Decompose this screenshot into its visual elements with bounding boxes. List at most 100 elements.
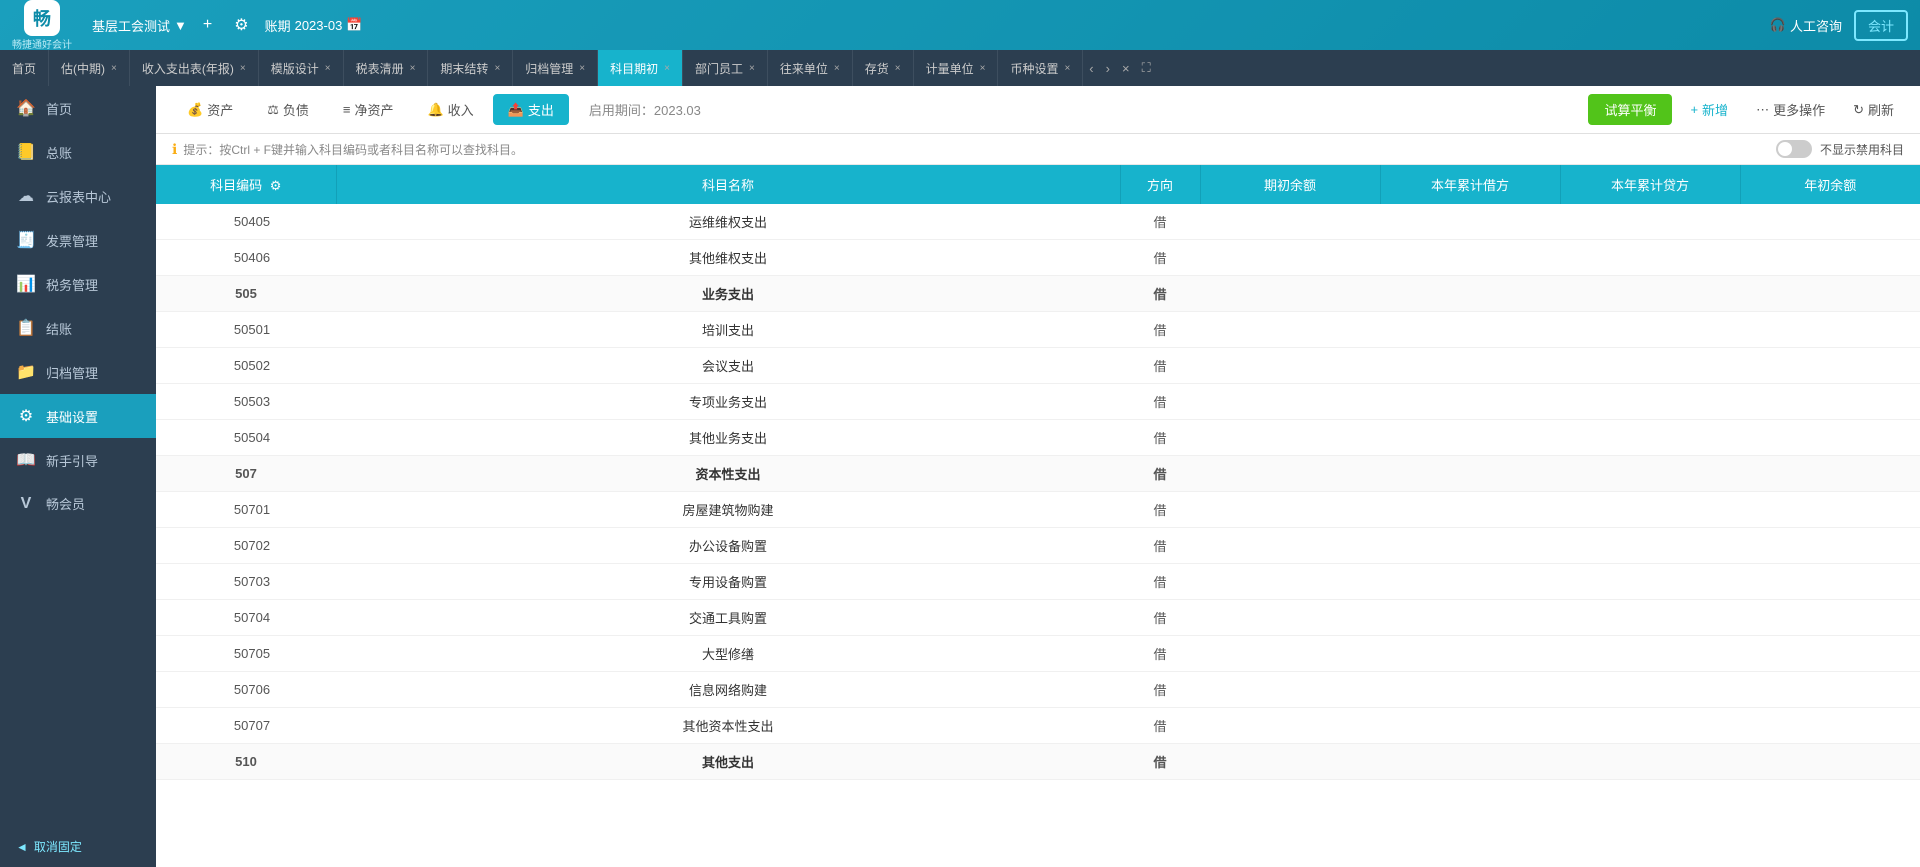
cell-yearly-balance[interactable] [1740, 240, 1920, 276]
company-selector[interactable]: 基层工会测试 ▼ [92, 16, 187, 35]
tab-archive-close[interactable]: × [579, 63, 585, 74]
sidebar-item-settings[interactable]: ⚙ 基础设置 [0, 394, 156, 438]
cell-yearly-credit[interactable] [1560, 672, 1740, 708]
sub-tab-assets[interactable]: 💰 资产 [172, 94, 248, 125]
cell-yearly-balance[interactable] [1740, 528, 1920, 564]
sidebar-item-home[interactable]: 🏠 首页 [0, 86, 156, 130]
cell-period-balance[interactable] [1200, 276, 1380, 312]
calendar-icon[interactable]: 📅 [346, 17, 362, 33]
cell-yearly-credit[interactable] [1560, 456, 1740, 492]
sidebar-item-report[interactable]: ☁ 云报表中心 [0, 174, 156, 218]
table-row[interactable]: 50504其他业务支出借 [156, 420, 1920, 456]
tab-close-all-button[interactable]: × [1116, 50, 1136, 86]
cell-period-balance[interactable] [1200, 492, 1380, 528]
tab-estimate-close[interactable]: × [111, 63, 117, 74]
sidebar-collapse-button[interactable]: ◄ 取消固定 [0, 826, 156, 867]
tab-expand-button[interactable]: ⛶ [1136, 50, 1157, 86]
sidebar-item-close[interactable]: 📋 结账 [0, 306, 156, 350]
table-row[interactable]: 50705大型修缮借 [156, 636, 1920, 672]
cell-yearly-balance[interactable] [1740, 744, 1920, 780]
cell-yearly-debit[interactable] [1380, 384, 1560, 420]
add-company-button[interactable]: + [197, 14, 218, 36]
cell-yearly-credit[interactable] [1560, 492, 1740, 528]
table-row[interactable]: 50704交通工具购置借 [156, 600, 1920, 636]
tab-dept-close[interactable]: × [749, 63, 755, 74]
cell-period-balance[interactable] [1200, 312, 1380, 348]
tab-tax[interactable]: 税表清册 × [344, 50, 429, 86]
cell-yearly-credit[interactable] [1560, 276, 1740, 312]
cell-yearly-balance[interactable] [1740, 312, 1920, 348]
tab-archive[interactable]: 归档管理 × [513, 50, 598, 86]
cell-yearly-debit[interactable] [1380, 600, 1560, 636]
cell-yearly-debit[interactable] [1380, 708, 1560, 744]
cell-yearly-credit[interactable] [1560, 708, 1740, 744]
cell-yearly-debit[interactable] [1380, 348, 1560, 384]
tab-prev-button[interactable]: ‹ [1083, 50, 1099, 86]
balance-button[interactable]: 试算平衡 [1588, 94, 1672, 125]
cell-yearly-credit[interactable] [1560, 636, 1740, 672]
tab-currency-close[interactable]: × [1064, 63, 1070, 74]
cell-yearly-debit[interactable] [1380, 276, 1560, 312]
sidebar-item-invoice[interactable]: 🧾 发票管理 [0, 218, 156, 262]
cell-yearly-credit[interactable] [1560, 744, 1740, 780]
table-row[interactable]: 50703专用设备购置借 [156, 564, 1920, 600]
table-row[interactable]: 50406其他维权支出借 [156, 240, 1920, 276]
cell-period-balance[interactable] [1200, 672, 1380, 708]
cell-period-balance[interactable] [1200, 708, 1380, 744]
sub-tab-income[interactable]: 🔔 收入 [412, 94, 488, 125]
cell-yearly-credit[interactable] [1560, 564, 1740, 600]
table-row[interactable]: 50405运维维权支出借 [156, 204, 1920, 240]
cell-yearly-debit[interactable] [1380, 204, 1560, 240]
cell-period-balance[interactable] [1200, 564, 1380, 600]
cell-yearly-debit[interactable] [1380, 528, 1560, 564]
cell-yearly-debit[interactable] [1380, 456, 1560, 492]
cell-period-balance[interactable] [1200, 420, 1380, 456]
cell-period-balance[interactable] [1200, 384, 1380, 420]
cell-yearly-balance[interactable] [1740, 636, 1920, 672]
sidebar-item-guide[interactable]: 📖 新手引导 [0, 438, 156, 482]
sidebar-item-ledger[interactable]: 📒 总账 [0, 130, 156, 174]
tab-income-report-close[interactable]: × [240, 63, 246, 74]
tab-partner-close[interactable]: × [834, 63, 840, 74]
kuaiji-button[interactable]: 会计 [1854, 10, 1908, 41]
cell-period-balance[interactable] [1200, 204, 1380, 240]
settings-button[interactable]: ⚙ [228, 13, 254, 37]
table-row[interactable]: 50707其他资本性支出借 [156, 708, 1920, 744]
tab-period-close-x[interactable]: × [494, 63, 500, 74]
cell-yearly-debit[interactable] [1380, 240, 1560, 276]
cell-yearly-credit[interactable] [1560, 312, 1740, 348]
table-row[interactable]: 50702办公设备购置借 [156, 528, 1920, 564]
table-container[interactable]: 科目编码 ⚙ 科目名称 方向 期初余额 本年累计借方 本年累计贷方 年初余额 5… [156, 165, 1920, 867]
table-row[interactable]: 50502会议支出借 [156, 348, 1920, 384]
cell-period-balance[interactable] [1200, 636, 1380, 672]
cell-period-balance[interactable] [1200, 456, 1380, 492]
table-row[interactable]: 50503专项业务支出借 [156, 384, 1920, 420]
cell-yearly-debit[interactable] [1380, 420, 1560, 456]
table-row[interactable]: 507资本性支出借 [156, 456, 1920, 492]
tab-tax-close[interactable]: × [410, 63, 416, 74]
cell-yearly-balance[interactable] [1740, 204, 1920, 240]
tab-unit[interactable]: 计量单位 × [914, 50, 999, 86]
tab-income-report[interactable]: 收入支出表(年报) × [130, 50, 259, 86]
tab-home[interactable]: 首页 [0, 50, 49, 86]
tab-inventory[interactable]: 存货 × [853, 50, 914, 86]
table-row[interactable]: 50701房屋建筑物购建借 [156, 492, 1920, 528]
add-new-button[interactable]: + 新增 [1680, 95, 1738, 124]
tab-template[interactable]: 模版设计 × [259, 50, 344, 86]
cell-yearly-debit[interactable] [1380, 564, 1560, 600]
tab-next-button[interactable]: › [1100, 50, 1116, 86]
cell-yearly-balance[interactable] [1740, 456, 1920, 492]
table-row[interactable]: 510其他支出借 [156, 744, 1920, 780]
cell-yearly-credit[interactable] [1560, 348, 1740, 384]
help-button[interactable]: 🎧 人工咨询 [1770, 16, 1842, 35]
col-gear-icon[interactable]: ⚙ [270, 178, 282, 194]
sidebar-item-archive[interactable]: 📁 归档管理 [0, 350, 156, 394]
disabled-toggle[interactable] [1776, 140, 1812, 158]
cell-yearly-credit[interactable] [1560, 240, 1740, 276]
cell-yearly-credit[interactable] [1560, 420, 1740, 456]
table-row[interactable]: 505业务支出借 [156, 276, 1920, 312]
tab-currency[interactable]: 币种设置 × [998, 50, 1083, 86]
sidebar-item-vip[interactable]: V 畅会员 [0, 482, 156, 525]
cell-yearly-debit[interactable] [1380, 744, 1560, 780]
more-ops-button[interactable]: ⋯ 更多操作 [1746, 95, 1835, 124]
